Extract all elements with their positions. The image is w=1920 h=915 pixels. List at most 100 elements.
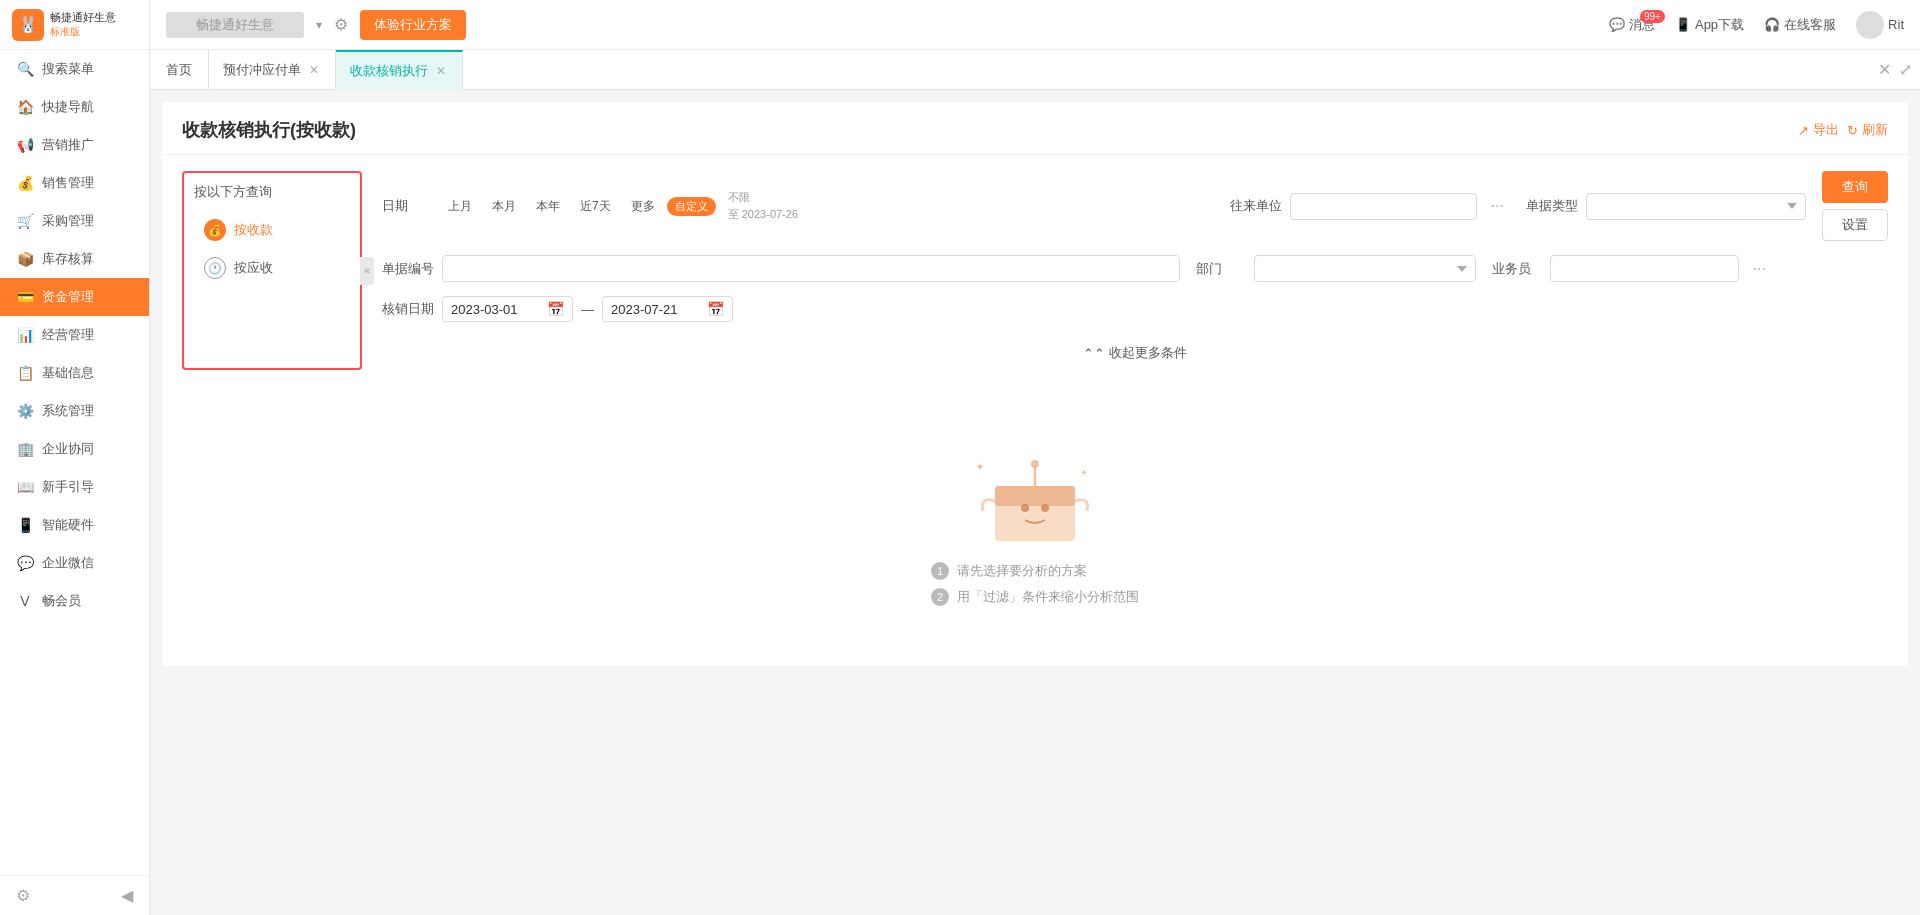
topbar: 畅捷通好生意 ▾ ⚙ 体验行业方案 💬 消息 99+ 📱 App下载 🎧 在线客… <box>150 0 1920 50</box>
quicknav-icon: 🏠 <box>16 98 34 116</box>
filter-panel-collapse[interactable]: « <box>360 257 374 285</box>
staff-more-icon[interactable]: ··· <box>1747 256 1772 282</box>
department-select[interactable] <box>1254 255 1476 282</box>
topbar-brand: 畅捷通好生意 <box>166 12 304 38</box>
sidebar-item-hardware[interactable]: 📱智能硬件 <box>0 506 149 544</box>
sidebar-item-wechat[interactable]: 💬企业微信 <box>0 544 149 582</box>
empty-tip-1: 1 请先选择要分析的方案 <box>931 562 1139 580</box>
logo-edition: 标准版 <box>50 25 116 39</box>
collapse-sidebar-btn[interactable]: ◀ <box>121 886 133 905</box>
tab-prepay[interactable]: 预付冲应付单 ✕ <box>209 50 336 90</box>
app-download-btn[interactable]: 📱 App下载 <box>1675 16 1744 34</box>
topbar-gear-icon[interactable]: ⚙ <box>334 15 348 34</box>
export-button[interactable]: ↗ 导出 <box>1798 121 1839 139</box>
tab-prepay-close[interactable]: ✕ <box>307 62 321 78</box>
system-icon: ⚙️ <box>16 402 34 420</box>
sidebar-item-system[interactable]: ⚙️ 系统管理 <box>0 392 149 430</box>
sidebar-item-search[interactable]: 🔍 搜索菜单 <box>0 50 149 88</box>
guide-label: 新手引导 <box>42 478 94 496</box>
search-label: 搜索菜单 <box>42 60 94 78</box>
search-icon: 🔍 <box>16 60 34 78</box>
sidebar-nav: 🔍 搜索菜单 🏠快捷导航📢营销推广💰销售管理🛒采购管理📦库存核算💳资金管理📊经营管理… <box>0 50 149 875</box>
wechat-label: 企业微信 <box>42 554 94 572</box>
staff-input[interactable] <box>1550 255 1739 282</box>
main-area: 畅捷通好生意 ▾ ⚙ 体验行业方案 💬 消息 99+ 📱 App下载 🎧 在线客… <box>150 0 1920 915</box>
app-icon: 📱 <box>1675 17 1691 32</box>
tip-text-1: 请先选择要分析的方案 <box>957 562 1087 580</box>
user-avatar-area[interactable]: Rit <box>1856 11 1904 39</box>
tip-text-2: 用「过滤」条件来缩小分析范围 <box>957 588 1139 606</box>
sidebar-item-operations[interactable]: 📊经营管理 <box>0 316 149 354</box>
content-area: 收款核销执行(按收款) ↗ 导出 ↻ 刷新 按以下方查询 <box>150 90 1920 915</box>
date-btn-this-month[interactable]: 本月 <box>484 196 524 217</box>
writeoff-start-wrap[interactable]: 📅 <box>442 296 573 322</box>
date-btn-last-month[interactable]: 上月 <box>440 196 480 217</box>
svg-text:✦: ✦ <box>975 460 985 474</box>
staff-label: 业务员 <box>1492 260 1542 278</box>
guide-icon: 📖 <box>16 478 34 496</box>
sidebar-item-basics[interactable]: 📋 基础信息 <box>0 354 149 392</box>
sidebar-item-sales[interactable]: 💰销售管理 <box>0 164 149 202</box>
sidebar-item-member[interactable]: V畅会员 <box>0 582 149 620</box>
settings-button[interactable]: 设置 <box>1822 209 1888 241</box>
voucher-type-select[interactable] <box>1586 193 1806 220</box>
system-label: 系统管理 <box>42 402 94 420</box>
sidebar-item-purchase[interactable]: 🛒采购管理 <box>0 202 149 240</box>
logo-text-block: 畅捷通好生意 标准版 <box>50 10 116 38</box>
filter-option-by-receivable[interactable]: 🕐 按应收 <box>194 249 350 287</box>
sidebar-item-marketing[interactable]: 📢营销推广 <box>0 126 149 164</box>
tip-num-1: 1 <box>931 562 949 580</box>
tab-expand-btn[interactable]: ⤢ <box>1899 60 1912 79</box>
date-btn-7days[interactable]: 近7天 <box>572 196 619 217</box>
sidebar-item-quicknav[interactable]: 🏠快捷导航 <box>0 88 149 126</box>
solution-button[interactable]: 体验行业方案 <box>360 10 466 40</box>
settings-icon[interactable]: ⚙ <box>16 886 30 905</box>
by-receivable-label: 按应收 <box>234 259 273 277</box>
tab-collection-close[interactable]: ✕ <box>434 63 448 79</box>
filter-option-by-receipt[interactable]: 💰 按收款 <box>194 211 350 249</box>
writeoff-date-range: 📅 — 📅 <box>442 296 733 322</box>
collapse-conditions-btn[interactable]: ⌃⌃ 收起更多条件 <box>382 336 1888 370</box>
sidebar-item-enterprise[interactable]: 🏢企业协同 <box>0 430 149 468</box>
counterpart-input[interactable] <box>1290 193 1477 220</box>
counterpart-more-icon[interactable]: ··· <box>1485 193 1510 219</box>
writeoff-start-input[interactable] <box>451 302 541 317</box>
date-btn-more[interactable]: 更多 <box>623 196 663 217</box>
basics-label: 基础信息 <box>42 364 94 382</box>
voucher-type-label: 单据类型 <box>1526 197 1578 215</box>
page-title: 收款核销执行(按收款) <box>182 118 356 142</box>
hardware-icon: 📱 <box>16 516 34 534</box>
voucher-no-input[interactable] <box>442 255 1180 282</box>
sidebar-item-inventory[interactable]: 📦库存核算 <box>0 240 149 278</box>
online-service-btn[interactable]: 🎧 在线客服 <box>1764 16 1836 34</box>
date-label: 日期 <box>382 197 432 215</box>
logo-brand: 畅捷通好生意 <box>50 10 116 24</box>
query-button[interactable]: 查询 <box>1822 171 1888 203</box>
sidebar-item-guide[interactable]: 📖 新手引导 <box>0 468 149 506</box>
export-label: 导出 <box>1813 121 1839 139</box>
enterprise-icon: 🏢 <box>16 440 34 458</box>
username: Rit <box>1888 17 1904 32</box>
refresh-icon: ↻ <box>1847 123 1858 138</box>
writeoff-end-input[interactable] <box>611 302 701 317</box>
svg-rect-1 <box>995 486 1075 506</box>
sales-label: 销售管理 <box>42 174 94 192</box>
tab-home[interactable]: 首页 <box>150 50 209 90</box>
writeoff-end-wrap[interactable]: 📅 <box>602 296 733 322</box>
voucher-no-label: 单据编号 <box>382 260 434 278</box>
filter-row-2: 单据编号 部门 业务员 ··· <box>382 255 1888 282</box>
messages-btn[interactable]: 💬 消息 99+ <box>1609 16 1655 34</box>
receipt-icon: 💰 <box>204 219 226 241</box>
tab-collection[interactable]: 收款核销执行 ✕ <box>336 50 463 90</box>
counterpart-label: 往来单位 <box>1230 197 1282 215</box>
sidebar-item-finance[interactable]: 💳资金管理 <box>0 278 149 316</box>
empty-state: ✦ ✦ 1 请先选择要分析的方案 2 用「过滤」条件来缩小分析范围 <box>162 386 1908 666</box>
svg-point-3 <box>1041 504 1049 512</box>
basics-icon: 📋 <box>16 364 34 382</box>
tab-close-all-btn[interactable]: ✕ <box>1878 60 1891 79</box>
sidebar: 🐰 畅捷通好生意 标准版 🔍搜索菜单🏠快捷导航📢营销推广💰销售管理🛒采购管理📦库… <box>0 0 150 915</box>
calendar-start-icon: 📅 <box>547 301 564 317</box>
refresh-button[interactable]: ↻ 刷新 <box>1847 121 1888 139</box>
purchase-label: 采购管理 <box>42 212 94 230</box>
date-btn-this-year[interactable]: 本年 <box>528 196 568 217</box>
